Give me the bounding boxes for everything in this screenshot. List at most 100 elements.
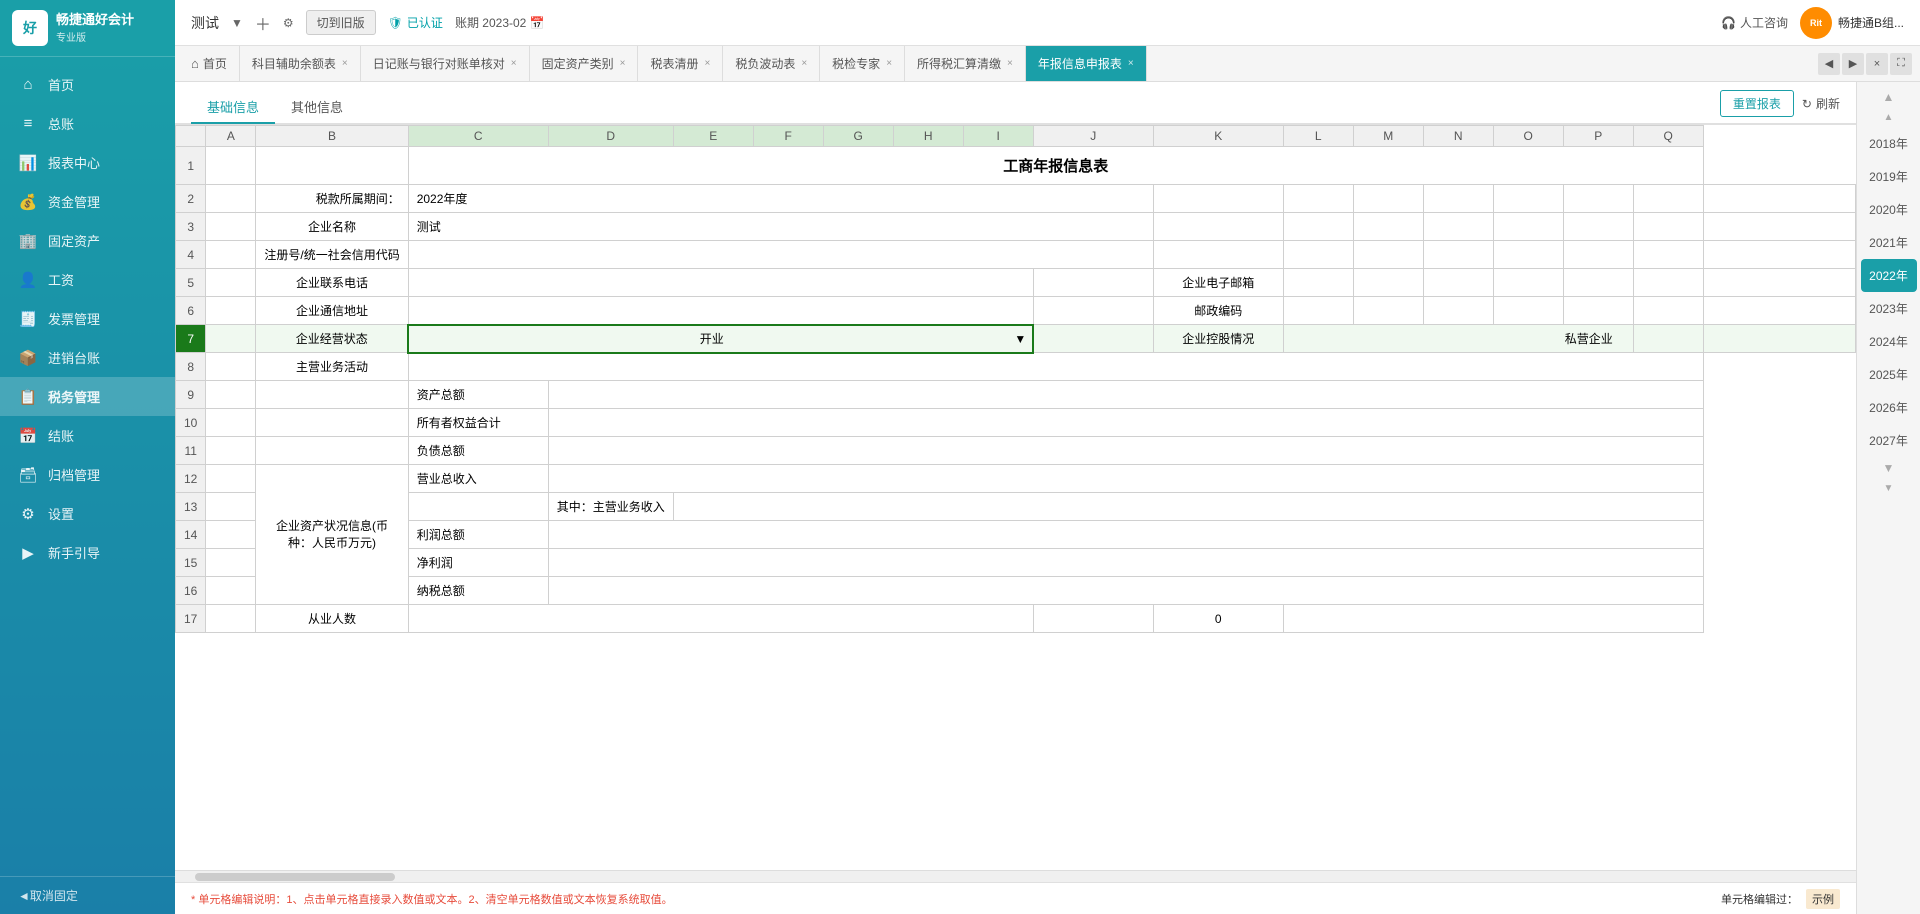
cell-16-C[interactable]: 纳税总额	[408, 577, 548, 605]
sidebar-item-fund[interactable]: 💰 资金管理	[0, 182, 175, 221]
row-num[interactable]: 8	[176, 353, 206, 381]
row-num[interactable]: 16	[176, 577, 206, 605]
cell-6-J[interactable]: 邮政编码	[1153, 297, 1283, 325]
company-dropdown-icon[interactable]: ▼	[231, 16, 243, 30]
cell-17-I[interactable]	[1033, 605, 1153, 633]
year-scroll-down-button[interactable]: ▼	[1879, 457, 1899, 479]
cell-9-C[interactable]: 资产总额	[408, 381, 548, 409]
row-num[interactable]: 10	[176, 409, 206, 437]
sidebar-item-asset[interactable]: 🏢 固定资产	[0, 221, 175, 260]
cell-17-B[interactable]: 从业人数	[256, 605, 408, 633]
cell-1-B[interactable]	[256, 147, 408, 185]
cell-3-C[interactable]: 测试	[408, 213, 1153, 241]
cell-2-C[interactable]: 2022年度	[408, 185, 1153, 213]
cell-5-L[interactable]	[1353, 269, 1423, 297]
cell-4-C[interactable]	[408, 241, 1153, 269]
cell-4-A[interactable]	[206, 241, 256, 269]
cell-10-A[interactable]	[206, 409, 256, 437]
col-header-F[interactable]: F	[753, 126, 823, 147]
cell-11-A[interactable]	[206, 437, 256, 465]
sub-tab-basic[interactable]: 基础信息	[191, 91, 275, 124]
year-item-2018[interactable]: 2018年	[1861, 127, 1917, 160]
cell-4-Q[interactable]	[1703, 241, 1855, 269]
tab-taxcheck-close[interactable]: ×	[886, 58, 892, 69]
tab-journal[interactable]: 日记账与银行对账单核对 ×	[361, 46, 530, 81]
cell-4-P[interactable]	[1633, 241, 1703, 269]
cell-4-K[interactable]	[1283, 241, 1353, 269]
cell-11-C[interactable]: 负债总额	[408, 437, 548, 465]
row-num[interactable]: 14	[176, 521, 206, 549]
row-num[interactable]: 15	[176, 549, 206, 577]
cell-13-A[interactable]	[206, 493, 256, 521]
reset-button[interactable]: 重置报表	[1720, 90, 1794, 117]
row-num[interactable]: 5	[176, 269, 206, 297]
business-status-dropdown[interactable]: 开业 ▼	[409, 330, 1032, 347]
tab-income-close[interactable]: ×	[1007, 58, 1013, 69]
cell-6-B[interactable]: 企业通信地址	[256, 297, 408, 325]
col-header-O[interactable]: O	[1493, 126, 1563, 147]
cell-2-A[interactable]	[206, 185, 256, 213]
row-num[interactable]: 1	[176, 147, 206, 185]
cell-6-N[interactable]	[1493, 297, 1563, 325]
cell-3-O[interactable]	[1563, 213, 1633, 241]
cell-2-N[interactable]	[1493, 185, 1563, 213]
cell-2-K[interactable]	[1283, 185, 1353, 213]
cell-1-title[interactable]: 工商年报信息表	[408, 147, 1703, 185]
cell-9-A[interactable]	[206, 381, 256, 409]
sidebar-item-stock[interactable]: 📦 进销台账	[0, 338, 175, 377]
cell-14-C[interactable]: 利润总额	[408, 521, 548, 549]
cell-17-K[interactable]	[1283, 605, 1703, 633]
sidebar-item-archive[interactable]: 🗃 归档管理	[0, 455, 175, 494]
col-header-I[interactable]: I	[963, 126, 1033, 147]
cell-3-A[interactable]	[206, 213, 256, 241]
col-header-H[interactable]: H	[893, 126, 963, 147]
year-scroll-down2-button[interactable]: ▼	[1880, 479, 1898, 498]
cell-2-P[interactable]	[1633, 185, 1703, 213]
cell-5-A[interactable]	[206, 269, 256, 297]
cell-3-P[interactable]	[1633, 213, 1703, 241]
tab-taxcheck[interactable]: 税检专家 ×	[820, 46, 905, 81]
year-item-2024[interactable]: 2024年	[1861, 325, 1917, 358]
cell-5-P[interactable]	[1633, 269, 1703, 297]
row-num[interactable]: 12	[176, 465, 206, 493]
cell-14-D[interactable]	[548, 521, 1703, 549]
cell-4-N[interactable]	[1493, 241, 1563, 269]
cell-7-I[interactable]	[1033, 325, 1153, 353]
cell-3-L[interactable]	[1353, 213, 1423, 241]
year-item-2022[interactable]: 2022年	[1861, 259, 1917, 292]
cell-3-N[interactable]	[1493, 213, 1563, 241]
tab-prev-button[interactable]: ◀	[1818, 53, 1840, 75]
cell-5-J[interactable]: 企业电子邮箱	[1153, 269, 1283, 297]
cell-1-A[interactable]	[206, 147, 256, 185]
year-scroll-up2-button[interactable]: ▲	[1880, 108, 1898, 127]
cell-6-I[interactable]	[1033, 297, 1153, 325]
tab-journal-close[interactable]: ×	[511, 58, 517, 69]
cell-10-B[interactable]	[256, 409, 408, 437]
sidebar-item-settings[interactable]: ⚙ 设置	[0, 494, 175, 533]
scrollbar-thumb[interactable]	[195, 873, 395, 881]
cell-13-D[interactable]: 其中：主营业务收入	[548, 493, 673, 521]
cell-3-J[interactable]	[1153, 213, 1283, 241]
row-num[interactable]: 9	[176, 381, 206, 409]
sidebar-item-salary[interactable]: 👤 工资	[0, 260, 175, 299]
sidebar-item-invoice[interactable]: 🧾 发票管理	[0, 299, 175, 338]
cell-3-K[interactable]	[1283, 213, 1353, 241]
tab-next-button[interactable]: ▶	[1842, 53, 1864, 75]
cell-7-J[interactable]: 企业控股情况	[1153, 325, 1283, 353]
cell-9-B[interactable]	[256, 381, 408, 409]
row-num[interactable]: 2	[176, 185, 206, 213]
tab-fixed[interactable]: 固定资产类别 ×	[530, 46, 639, 81]
cell-3-Q[interactable]	[1703, 213, 1855, 241]
cell-5-I[interactable]	[1033, 269, 1153, 297]
cell-13-E[interactable]	[673, 493, 1703, 521]
row-num[interactable]: 13	[176, 493, 206, 521]
cell-7-A[interactable]	[206, 325, 256, 353]
cell-7-P[interactable]	[1633, 325, 1703, 353]
cell-6-L[interactable]	[1353, 297, 1423, 325]
year-item-2025[interactable]: 2025年	[1861, 358, 1917, 391]
cell-2-B[interactable]: 税款所属期间：	[256, 185, 408, 213]
settings-gear-icon[interactable]: ⚙	[283, 16, 294, 30]
sidebar-item-home[interactable]: ⌂ 首页	[0, 65, 175, 104]
tab-home[interactable]: ⌂ 首页	[179, 46, 240, 81]
row-num[interactable]: 4	[176, 241, 206, 269]
